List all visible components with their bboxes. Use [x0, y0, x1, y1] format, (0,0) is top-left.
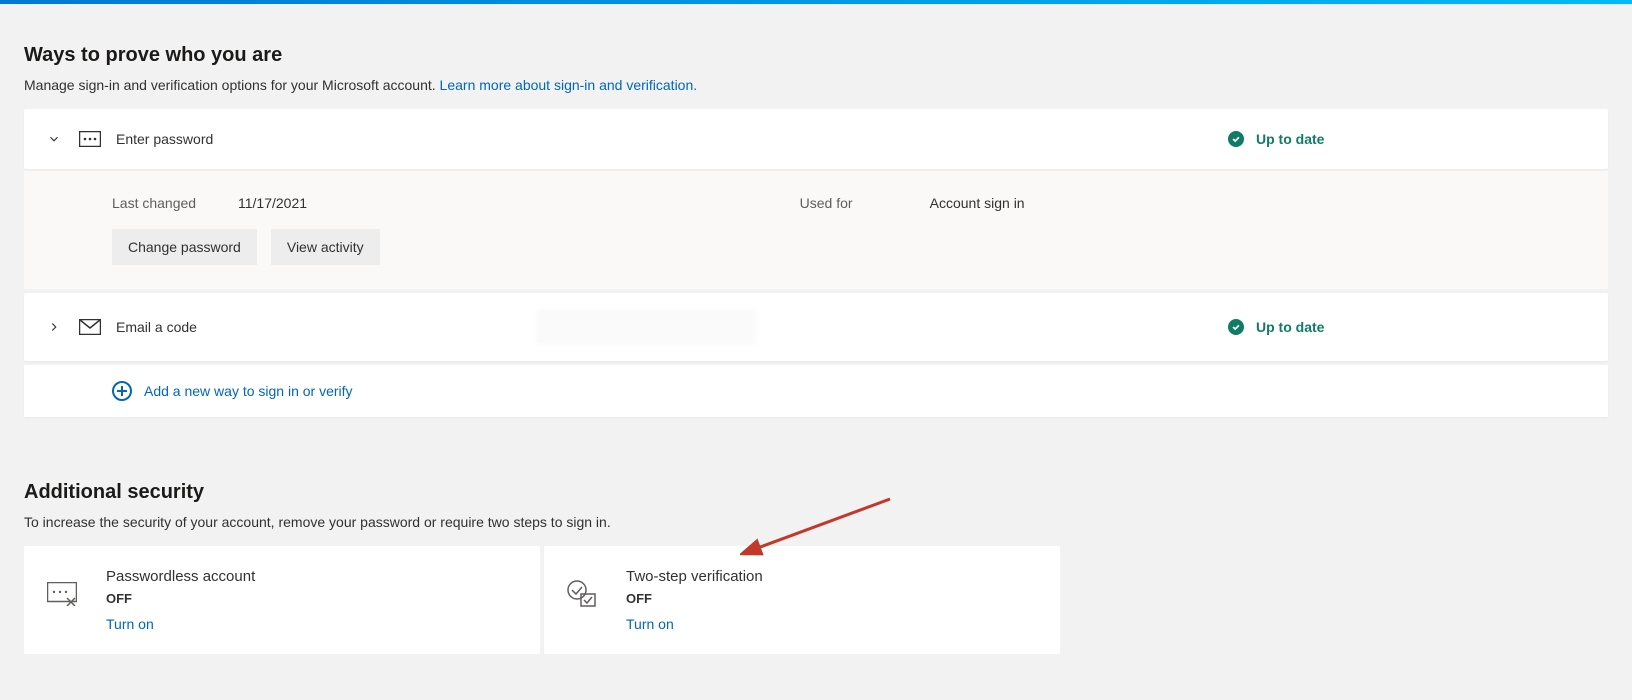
- security-cards-row: Passwordless account OFF Turn on Two-ste…: [24, 546, 1060, 654]
- check-icon: [1228, 131, 1244, 147]
- used-for-label: Used for: [800, 195, 890, 211]
- method-label-password: Enter password: [116, 131, 536, 147]
- password-actions: Change password View activity: [112, 229, 380, 265]
- plus-circle-icon: [112, 381, 132, 401]
- chevron-down-icon: [44, 129, 64, 149]
- add-new-card: Add a new way to sign in or verify: [24, 365, 1608, 417]
- method-card-email: Email a code Up to date: [24, 293, 1608, 361]
- passwordless-card: Passwordless account OFF Turn on: [24, 546, 540, 654]
- password-details-left: Last changed 11/17/2021 Change password …: [112, 195, 380, 265]
- check-icon: [1228, 319, 1244, 335]
- email-icon: [78, 318, 102, 336]
- password-expanded-panel: Last changed 11/17/2021 Change password …: [24, 171, 1608, 289]
- last-changed-label: Last changed: [112, 195, 202, 211]
- last-changed-row: Last changed 11/17/2021: [112, 195, 380, 211]
- password-icon: [78, 130, 102, 148]
- used-for-value: Account sign in: [930, 195, 1025, 211]
- passwordless-status: OFF: [106, 591, 255, 606]
- method-row-email[interactable]: Email a code Up to date: [24, 293, 1608, 361]
- add-new-link[interactable]: Add a new way to sign in or verify: [144, 383, 353, 399]
- method-row-password[interactable]: Enter password Up to date: [24, 109, 1608, 169]
- password-details-right: Used for Account sign in: [800, 195, 1025, 211]
- passwordless-content: Passwordless account OFF Turn on: [106, 568, 255, 632]
- section-title-ways: Ways to prove who you are: [24, 44, 1608, 67]
- change-password-button[interactable]: Change password: [112, 229, 257, 265]
- redacted-email: [536, 309, 756, 345]
- status-password: Up to date: [1168, 131, 1588, 147]
- twostep-turn-on-link[interactable]: Turn on: [626, 616, 674, 632]
- status-email: Up to date: [1168, 319, 1588, 335]
- last-changed-value: 11/17/2021: [238, 195, 307, 211]
- view-activity-button[interactable]: View activity: [271, 229, 380, 265]
- passwordless-icon: [46, 578, 78, 610]
- learn-more-link[interactable]: Learn more about sign-in and verificatio…: [440, 77, 698, 93]
- page-container: Ways to prove who you are Manage sign-in…: [0, 4, 1632, 678]
- section-desc-additional: To increase the security of your account…: [24, 514, 1608, 530]
- add-new-row[interactable]: Add a new way to sign in or verify: [24, 365, 1608, 417]
- status-text-email: Up to date: [1256, 319, 1324, 335]
- method-label-email: Email a code: [116, 319, 536, 335]
- section-desc-ways: Manage sign-in and verification options …: [24, 77, 1608, 93]
- twostep-status: OFF: [626, 591, 763, 606]
- twostep-title: Two-step verification: [626, 568, 763, 585]
- section-title-additional: Additional security: [24, 481, 1608, 504]
- method-card-password: Enter password Up to date: [24, 109, 1608, 169]
- twostep-card: Two-step verification OFF Turn on: [544, 546, 1060, 654]
- status-text-password: Up to date: [1256, 131, 1324, 147]
- twostep-content: Two-step verification OFF Turn on: [626, 568, 763, 632]
- passwordless-title: Passwordless account: [106, 568, 255, 585]
- chevron-right-icon: [44, 317, 64, 337]
- section-desc-text: Manage sign-in and verification options …: [24, 77, 440, 93]
- twostep-icon: [566, 578, 598, 610]
- method-email-middle: [536, 309, 1168, 345]
- passwordless-turn-on-link[interactable]: Turn on: [106, 616, 154, 632]
